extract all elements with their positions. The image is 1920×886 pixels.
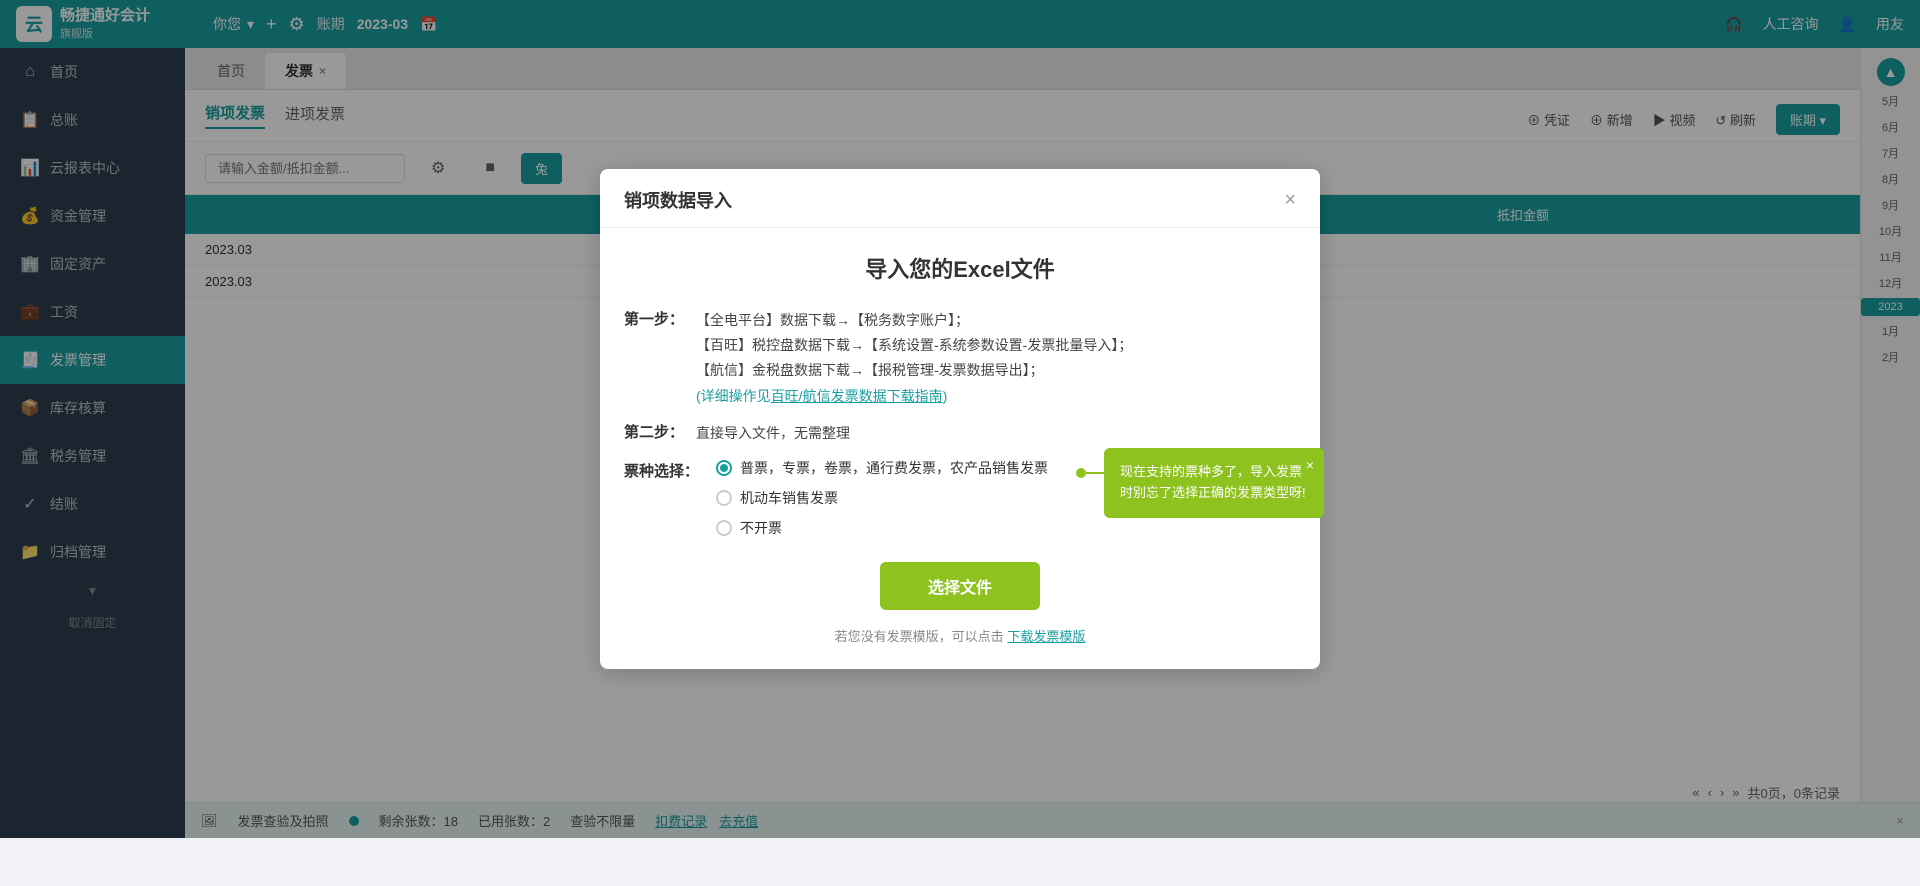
tooltip-container: × 现在支持的票种多了，导入发票时别忘了选择正确的发票类型呀! (1104, 448, 1324, 518)
import-title: 导入您的Excel文件 (624, 252, 1296, 284)
step1-link[interactable]: (详细操作见百旺/航信发票数据下载指南) (696, 384, 1132, 409)
modal-title: 销项数据导入 (624, 187, 732, 213)
tooltip-wrapper: × 现在支持的票种多了，导入发票时别忘了选择正确的发票类型呀! (1104, 448, 1324, 518)
download-tip-text: 若您没有发票模版，可以点击 (835, 629, 1004, 644)
step1-content: 【全电平台】数据下载→【税务数字账户】； 【百旺】税控盘数据下载→【系统设置-系… (696, 308, 1132, 409)
step1-line3: 【航信】金税盘数据下载→【报税管理-发票数据导出】； (696, 358, 1132, 383)
radio-motor-label: 机动车销售发票 (740, 488, 838, 508)
radio-noticket[interactable]: 不开票 (716, 518, 1048, 538)
step1-row: 第一步： 【全电平台】数据下载→【税务数字账户】； 【百旺】税控盘数据下载→【系… (624, 308, 1296, 409)
step1-line1: 【全电平台】数据下载→【税务数字账户】； (696, 308, 1132, 333)
radio-group: 普票，专票，卷票，通行费发票，农产品销售发票 机动车销售发票 不开票 (716, 458, 1048, 538)
step2-row: 第二步： 直接导入文件，无需整理 (624, 421, 1296, 446)
radio-normal-label: 普票，专票，卷票，通行费发票，农产品销售发票 (740, 458, 1048, 478)
radio-noticket-label: 不开票 (740, 518, 782, 538)
tooltip-text: 现在支持的票种多了，导入发票时别忘了选择正确的发票类型呀! (1120, 464, 1306, 500)
modal-overlay: 销项数据导入 × 导入您的Excel文件 第一步： 【全电平台】数据下载→【税务… (0, 0, 1920, 838)
tooltip-close-btn[interactable]: × (1306, 454, 1314, 476)
radio-normal-circle (716, 460, 732, 476)
modal-body: 导入您的Excel文件 第一步： 【全电平台】数据下载→【税务数字账户】； 【百… (600, 228, 1320, 669)
download-template-link[interactable]: 下载发票模版 (1007, 629, 1085, 644)
modal-close-button[interactable]: × (1284, 189, 1296, 212)
radio-normal[interactable]: 普票，专票，卷票，通行费发票，农产品销售发票 (716, 458, 1048, 478)
radio-noticket-circle (716, 520, 732, 536)
ticket-select-row: 票种选择： 普票，专票，卷票，通行费发票，农产品销售发票 机动车销售发票 (624, 458, 1296, 538)
tooltip-bubble: × 现在支持的票种多了，导入发票时别忘了选择正确的发票类型呀! (1104, 448, 1324, 518)
tooltip-dot (1076, 468, 1086, 478)
modal-header: 销项数据导入 × (600, 169, 1320, 228)
step2-content: 直接导入文件，无需整理 (696, 421, 850, 446)
step1-label: 第一步： (624, 308, 684, 409)
ticket-label: 票种选择： (624, 458, 704, 481)
radio-motor[interactable]: 机动车销售发票 (716, 488, 1048, 508)
step2-label: 第二步： (624, 421, 684, 446)
radio-normal-dot (720, 464, 728, 472)
radio-motor-circle (716, 490, 732, 506)
download-tip: 若您没有发票模版，可以点击 下载发票模版 (624, 626, 1296, 645)
select-file-button[interactable]: 选择文件 (880, 562, 1040, 610)
step1-line2: 【百旺】税控盘数据下载→【系统设置-系统参数设置-发票批量导入】； (696, 333, 1132, 358)
import-modal: 销项数据导入 × 导入您的Excel文件 第一步： 【全电平台】数据下载→【税务… (600, 169, 1320, 669)
tooltip-line (1086, 472, 1106, 474)
